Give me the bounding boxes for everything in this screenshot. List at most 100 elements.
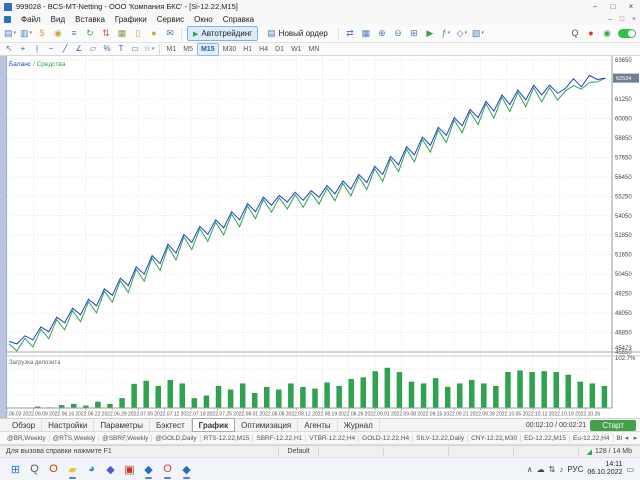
trendline-icon[interactable]: ╱: [59, 44, 71, 55]
menu-Вставка[interactable]: Вставка: [70, 15, 110, 24]
chart-tab[interactable]: BR-11.22,H4: [614, 435, 622, 442]
search-icon[interactable]: Q: [568, 27, 582, 41]
tester-tab-Бэктест[interactable]: Бэктест: [150, 419, 192, 431]
alerts-icon[interactable]: ●: [147, 27, 161, 41]
chart-tab[interactable]: SBRF-12.22,H1: [253, 434, 307, 442]
chart-tab[interactable]: CNY-12.22,M30: [468, 434, 522, 442]
tester-tab-Оптимизация[interactable]: Оптимизация: [235, 419, 299, 431]
chart-tab[interactable]: @BR,Weekly: [4, 434, 50, 442]
timeframe-M5[interactable]: M5: [180, 44, 196, 55]
profile-name[interactable]: Default: [278, 446, 317, 457]
zoom-in-icon[interactable]: ⊕: [375, 27, 389, 41]
menu-Сервис[interactable]: Сервис: [152, 15, 189, 24]
panel-splitter[interactable]: [0, 56, 7, 418]
grid-icon[interactable]: ⊞: [407, 27, 421, 41]
app-icon[interactable]: ▣: [121, 460, 138, 479]
search-icon[interactable]: Q: [26, 460, 43, 479]
title-bar[interactable]: 999028 - BCS-MT-Netting - ООО 'Компания …: [0, 0, 640, 14]
notifications-icon[interactable]: ▭: [626, 465, 634, 474]
new-order-button[interactable]: ▤ Новый ордер: [262, 27, 333, 40]
new-chart-icon[interactable]: ▤ ▾: [3, 27, 17, 41]
timeframe-MN[interactable]: MN: [306, 44, 323, 55]
minimize-button[interactable]: –: [586, 2, 604, 11]
history-icon[interactable]: ▦: [115, 27, 129, 41]
vertical-line-icon[interactable]: |: [31, 44, 43, 55]
tabs-scroll-right-icon[interactable]: ▸: [631, 434, 640, 442]
clock[interactable]: 14:11 06.10.2022: [587, 461, 622, 477]
objects-icon[interactable]: ◇ ▾: [455, 27, 469, 41]
rectangle-icon[interactable]: ▭: [129, 44, 141, 55]
menu-Файл[interactable]: Файл: [16, 15, 46, 24]
start-button[interactable]: ⊞: [7, 460, 24, 479]
tray-expand-icon[interactable]: ∧: [527, 465, 533, 474]
child-close-button[interactable]: ×: [628, 16, 640, 23]
tabs-scroll-left-icon[interactable]: ◂: [622, 434, 631, 442]
menu-Справка[interactable]: Справка: [218, 15, 259, 24]
office-icon[interactable]: O: [45, 460, 62, 479]
tile-windows-icon[interactable]: ▦: [359, 27, 373, 41]
community-icon[interactable]: ◉: [600, 27, 614, 41]
timeframe-H1[interactable]: H1: [240, 44, 255, 55]
zoom-out-icon[interactable]: ⊖: [391, 27, 405, 41]
horizontal-line-icon[interactable]: −: [45, 44, 57, 55]
chart-tab[interactable]: @GOLD,Daily: [152, 434, 201, 442]
edge-icon[interactable]: ◕: [83, 460, 100, 479]
notifications-icon[interactable]: ●: [584, 27, 598, 41]
navigator-icon[interactable]: ≡: [67, 27, 81, 41]
chart-tab[interactable]: Eu-12.22,H4: [570, 434, 614, 442]
metatrader-icon[interactable]: ◆: [140, 460, 157, 479]
chart-tab[interactable]: SILV-12.22,Daily: [413, 434, 469, 442]
volume-icon[interactable]: ♪: [559, 465, 563, 474]
algo-trading-button[interactable]: ▶ Автотрейдинг: [187, 26, 259, 41]
chart-tab[interactable]: ED-12.22,M15: [521, 434, 571, 442]
experts-icon[interactable]: ⇅: [99, 27, 113, 41]
chart-area[interactable]: 6365062450612506005058850576505645055250…: [0, 56, 640, 418]
indicators-icon[interactable]: ƒ ▾: [439, 27, 453, 41]
market-watch-icon[interactable]: $: [35, 27, 49, 41]
tester-tab-График[interactable]: График: [191, 418, 236, 432]
fibonacci-icon[interactable]: %: [101, 44, 113, 55]
mail-icon[interactable]: ✉: [163, 27, 177, 41]
timeframe-M30[interactable]: M30: [220, 44, 240, 55]
explorer-icon[interactable]: ▰: [64, 460, 81, 479]
tester-tab-Обзор[interactable]: Обзор: [6, 419, 43, 431]
refresh-icon[interactable]: ↻: [83, 27, 97, 41]
menu-Вид[interactable]: Вид: [46, 15, 70, 24]
menu-Окно[interactable]: Окно: [189, 15, 218, 24]
auto-scroll-icon[interactable]: ▶: [423, 27, 437, 41]
chart-tab[interactable]: @RTS,Weekly: [50, 434, 100, 442]
maximize-button[interactable]: □: [604, 2, 622, 11]
chart-tab[interactable]: @SBRF,Weekly: [99, 434, 153, 442]
onedrive-icon[interactable]: ☁: [537, 465, 545, 474]
tick-chart-icon[interactable]: ⇄: [343, 27, 357, 41]
timeframe-M15[interactable]: M15: [196, 42, 219, 56]
metatrader5-icon[interactable]: ◆: [178, 460, 195, 479]
network-icon[interactable]: ⇅: [549, 465, 556, 474]
tester-tab-Настройки[interactable]: Настройки: [42, 419, 95, 431]
data-window-icon[interactable]: ◉: [51, 27, 65, 41]
cursor-icon[interactable]: ↖: [3, 44, 15, 55]
timeframe-M1[interactable]: M1: [164, 44, 180, 55]
channel-icon[interactable]: ▱: [87, 44, 99, 55]
timeframe-H4[interactable]: H4: [256, 44, 271, 55]
timeframe-W1[interactable]: W1: [288, 44, 305, 55]
teams-icon[interactable]: ◆: [102, 460, 119, 479]
text-icon[interactable]: T: [115, 44, 127, 55]
child-restore-button[interactable]: □: [616, 16, 628, 23]
profiles-icon[interactable]: ▥ ▾: [19, 27, 33, 41]
shapes-icon[interactable]: ☆ ▾: [143, 44, 155, 55]
chart-tab[interactable]: GOLD-12.22,H4: [359, 434, 414, 442]
close-button[interactable]: ×: [622, 2, 640, 11]
connection-toggle[interactable]: [618, 29, 636, 38]
crosshair-icon[interactable]: +: [17, 44, 29, 55]
start-button[interactable]: Старт: [590, 419, 636, 431]
angle-trend-icon[interactable]: ∠: [73, 44, 85, 55]
tester-tab-Журнал[interactable]: Журнал: [338, 419, 380, 431]
delete-icon[interactable]: ▯: [131, 27, 145, 41]
styles-icon[interactable]: ▧ ▾: [471, 27, 485, 41]
language-indicator[interactable]: РУС: [567, 465, 583, 474]
menu-Графики[interactable]: Графики: [110, 15, 152, 24]
chart-tab[interactable]: RTS-12.22,M15: [201, 434, 254, 442]
chart-tab[interactable]: VTBR-12.22,H4: [306, 434, 360, 442]
tester-tab-Параметры[interactable]: Параметры: [94, 419, 150, 431]
